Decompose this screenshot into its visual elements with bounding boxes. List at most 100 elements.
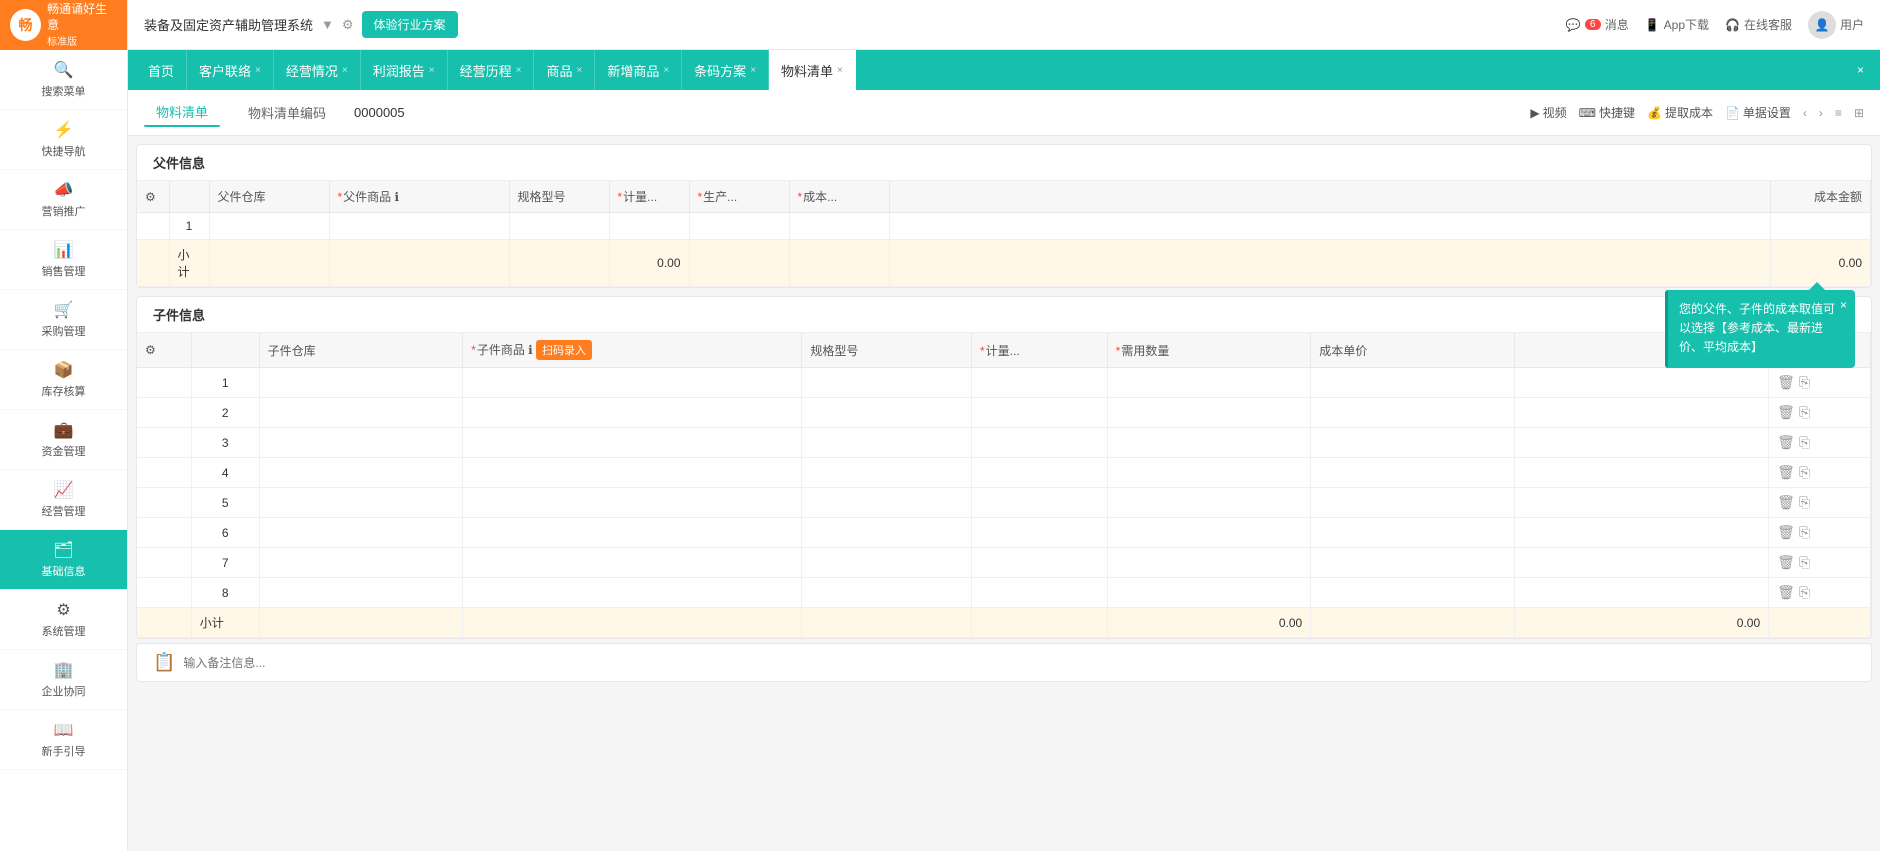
child-warehouse-cell[interactable] <box>259 518 463 548</box>
copy-icon[interactable]: ⎘ <box>1799 494 1810 511</box>
delete-icon[interactable]: 🗑 <box>1777 584 1795 601</box>
settings-icon[interactable]: ⚙ <box>342 17 354 33</box>
child-unit-cost-cell[interactable] <box>1311 398 1515 428</box>
child-unit-cell[interactable] <box>971 488 1107 518</box>
close-icon[interactable]: × <box>837 65 843 76</box>
child-quantity-cell[interactable] <box>1107 548 1311 578</box>
child-spec-cell[interactable] <box>802 488 972 518</box>
copy-icon[interactable]: ⎘ <box>1799 554 1810 571</box>
sidebar-item-sales[interactable]: 📊 销售管理 <box>0 230 127 290</box>
sidebar-item-inventory[interactable]: 📦 库存核算 <box>0 350 127 410</box>
child-warehouse-cell[interactable] <box>259 368 463 398</box>
cost-action[interactable]: 💰 提取成本 <box>1647 104 1713 121</box>
sub-tab-bom-list[interactable]: 物料清单 <box>144 98 220 127</box>
child-warehouse-cell[interactable] <box>259 398 463 428</box>
sidebar-item-quick-nav[interactable]: ⚡ 快捷导航 <box>0 110 127 170</box>
tooltip-close-button[interactable]: × <box>1840 296 1847 315</box>
child-unit-cell[interactable] <box>971 398 1107 428</box>
tab-product[interactable]: 商品 × <box>534 50 595 90</box>
delete-icon[interactable]: 🗑 <box>1777 434 1795 451</box>
sidebar-item-enterprise[interactable]: 🏢 企业协同 <box>0 650 127 710</box>
sidebar-item-system[interactable]: ⚙ 系统管理 <box>0 590 127 650</box>
child-spec-cell[interactable] <box>802 578 972 608</box>
close-icon[interactable]: × <box>342 65 348 76</box>
child-product-cell[interactable] <box>463 428 802 458</box>
child-unit-cost-cell[interactable] <box>1311 488 1515 518</box>
video-action[interactable]: ▶ 视频 <box>1530 104 1566 121</box>
tab-profit[interactable]: 利润报告 × <box>361 50 448 90</box>
sidebar-item-search[interactable]: 🔍 搜索菜单 <box>0 50 127 110</box>
tab-bom[interactable]: 物料清单 × <box>769 50 856 90</box>
child-quantity-cell[interactable] <box>1107 518 1311 548</box>
child-spec-cell[interactable] <box>802 548 972 578</box>
row-cost-cell[interactable] <box>789 213 889 240</box>
child-quantity-cell[interactable] <box>1107 488 1311 518</box>
delete-icon[interactable]: 🗑 <box>1777 524 1795 541</box>
copy-icon[interactable]: ⎘ <box>1799 464 1810 481</box>
settings-action[interactable]: 📄 单据设置 <box>1725 104 1791 121</box>
sidebar-item-basic-info[interactable]: 🗂 基础信息 <box>0 530 127 590</box>
child-warehouse-cell[interactable] <box>259 428 463 458</box>
nav-next-icon[interactable]: › <box>1819 106 1823 120</box>
delete-icon[interactable]: 🗑 <box>1777 404 1795 421</box>
nav-prev-icon[interactable]: ‹ <box>1803 106 1807 120</box>
child-unit-cost-cell[interactable] <box>1311 518 1515 548</box>
sub-tab-bom-code[interactable]: 物料清单编码 <box>236 99 338 126</box>
delete-icon[interactable]: 🗑 <box>1777 374 1795 391</box>
child-product-cell[interactable] <box>463 518 802 548</box>
close-icon[interactable]: × <box>576 65 582 76</box>
child-spec-cell[interactable] <box>802 458 972 488</box>
tab-operations[interactable]: 经营情况 × <box>274 50 361 90</box>
child-unit-cell[interactable] <box>971 458 1107 488</box>
child-warehouse-cell[interactable] <box>259 548 463 578</box>
close-all-tabs[interactable]: × <box>1849 63 1872 77</box>
sidebar-item-finance[interactable]: 💼 资金管理 <box>0 410 127 470</box>
child-spec-cell[interactable] <box>802 398 972 428</box>
child-unit-cost-cell[interactable] <box>1311 578 1515 608</box>
delete-icon[interactable]: 🗑 <box>1777 554 1795 571</box>
child-unit-cell[interactable] <box>971 548 1107 578</box>
close-icon[interactable]: × <box>750 65 756 76</box>
sidebar-item-marketing[interactable]: 📣 营销推广 <box>0 170 127 230</box>
row-spec-cell[interactable] <box>509 213 609 240</box>
child-product-cell[interactable] <box>463 488 802 518</box>
child-spec-cell[interactable] <box>802 518 972 548</box>
copy-icon[interactable]: ⎘ <box>1799 584 1810 601</box>
child-quantity-cell[interactable] <box>1107 458 1311 488</box>
delete-icon[interactable]: 🗑 <box>1777 464 1795 481</box>
child-unit-cost-cell[interactable] <box>1311 368 1515 398</box>
delete-icon[interactable]: 🗑 <box>1777 494 1795 511</box>
copy-icon[interactable]: ⎘ <box>1799 434 1810 451</box>
tab-home[interactable]: 首页 <box>136 50 187 90</box>
child-unit-cost-cell[interactable] <box>1311 458 1515 488</box>
copy-icon[interactable]: ⎘ <box>1799 374 1810 391</box>
child-product-cell[interactable] <box>463 368 802 398</box>
close-icon[interactable]: × <box>663 65 669 76</box>
copy-icon[interactable]: ⎘ <box>1799 404 1810 421</box>
child-unit-cell[interactable] <box>971 428 1107 458</box>
sidebar-item-guide[interactable]: 📖 新手引导 <box>0 710 127 770</box>
row-production-cell[interactable] <box>689 213 789 240</box>
child-warehouse-cell[interactable] <box>259 458 463 488</box>
child-quantity-cell[interactable] <box>1107 368 1311 398</box>
copy-icon[interactable]: ⎘ <box>1799 524 1810 541</box>
close-icon[interactable]: × <box>255 65 261 76</box>
child-unit-cell[interactable] <box>971 578 1107 608</box>
experience-button[interactable]: 体验行业方案 <box>362 11 458 38</box>
child-spec-cell[interactable] <box>802 428 972 458</box>
child-product-cell[interactable] <box>463 548 802 578</box>
tab-history[interactable]: 经营历程 × <box>448 50 535 90</box>
list-view-icon[interactable]: ≡ <box>1835 106 1842 120</box>
row-warehouse-cell[interactable] <box>209 213 329 240</box>
shortcut-action[interactable]: ⌨ 快捷键 <box>1579 104 1635 121</box>
child-product-cell[interactable] <box>463 398 802 428</box>
row-product-cell[interactable] <box>329 213 509 240</box>
child-unit-cell[interactable] <box>971 518 1107 548</box>
child-warehouse-cell[interactable] <box>259 578 463 608</box>
expand-icon[interactable]: ⊞ <box>1854 106 1864 120</box>
child-warehouse-cell[interactable] <box>259 488 463 518</box>
message-item[interactable]: 💬 6 消息 <box>1566 16 1629 33</box>
child-product-cell[interactable] <box>463 578 802 608</box>
child-product-cell[interactable] <box>463 458 802 488</box>
row-unit-cell[interactable] <box>609 213 689 240</box>
